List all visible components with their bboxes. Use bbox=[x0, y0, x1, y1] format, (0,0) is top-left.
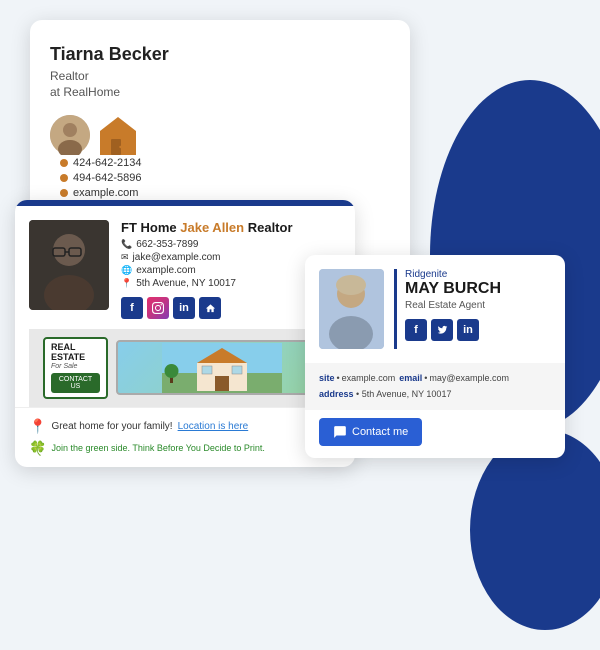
phone2-line: 494-642-5896 bbox=[60, 172, 260, 184]
instagram-btn[interactable] bbox=[147, 297, 169, 319]
card3-footer: site • example.com email • may@example.c… bbox=[305, 363, 565, 410]
card2-banner: REAL ESTATE For Sale CONTACT US bbox=[29, 329, 341, 407]
bg-blob-bottom bbox=[470, 430, 600, 630]
dot2 bbox=[60, 174, 68, 182]
home-btn[interactable] bbox=[199, 297, 221, 319]
card1-name: Tiarna Becker bbox=[50, 44, 210, 66]
green-text: Join the green side. Think Before You De… bbox=[51, 443, 264, 453]
card3-twitter-btn[interactable] bbox=[431, 319, 453, 341]
banner-house-img bbox=[116, 340, 327, 395]
avatar-person bbox=[50, 115, 90, 155]
card3-name: MAY BURCH bbox=[405, 280, 551, 298]
house-badge bbox=[96, 113, 140, 157]
card3-site-line: site • example.com email • may@example.c… bbox=[319, 371, 551, 385]
card3-body: Ridgenite MAY BURCH Real Estate Agent f … bbox=[305, 255, 565, 363]
card2-body: FT Home Jake Allen Realtor 📞 662-353-789… bbox=[15, 206, 355, 407]
location-link[interactable]: Location is here bbox=[178, 421, 249, 432]
dot1 bbox=[60, 159, 68, 167]
card2-footer: 📍 Great home for your family! Location i… bbox=[15, 407, 355, 467]
card3-company: Ridgenite bbox=[405, 269, 551, 280]
banner-text-block: REAL ESTATE For Sale CONTACT US bbox=[43, 337, 108, 399]
footer-green: 🍀 Join the green side. Think Before You … bbox=[29, 440, 341, 457]
card1-left: Tiarna Becker Realtor at RealHome bbox=[50, 44, 210, 157]
card2-phone: 📞 662-353-7899 bbox=[121, 239, 341, 250]
card1-title: Realtor at RealHome bbox=[50, 68, 210, 102]
card2-brand: FT Home Jake Allen Realtor bbox=[121, 220, 341, 235]
footer-location: 📍 Great home for your family! Location i… bbox=[29, 418, 341, 435]
card3-info: Ridgenite MAY BURCH Real Estate Agent f … bbox=[394, 269, 551, 349]
card3-facebook-btn[interactable]: f bbox=[405, 319, 427, 341]
jake-photo bbox=[29, 220, 109, 310]
card1-avatars bbox=[50, 113, 210, 157]
website-line: example.com bbox=[60, 187, 260, 199]
card3-social: f in bbox=[405, 319, 551, 341]
facebook-btn[interactable]: f bbox=[121, 297, 143, 319]
contact-me-button[interactable]: Contact me bbox=[319, 418, 422, 446]
card2-top-row: FT Home Jake Allen Realtor 📞 662-353-789… bbox=[29, 220, 341, 319]
scene: Tiarna Becker Realtor at RealHome bbox=[0, 0, 600, 650]
dot3 bbox=[60, 189, 68, 197]
card-jake: FT Home Jake Allen Realtor 📞 662-353-789… bbox=[15, 200, 355, 467]
may-photo bbox=[319, 269, 384, 349]
banner-title: REAL ESTATE bbox=[51, 343, 100, 363]
linkedin-btn[interactable]: in bbox=[173, 297, 195, 319]
banner-subtitle: For Sale bbox=[51, 363, 100, 370]
banner-contact-btn[interactable]: CONTACT US bbox=[51, 373, 100, 393]
card3-role: Real Estate Agent bbox=[405, 300, 551, 311]
phone1-line: 424-642-2134 bbox=[60, 157, 260, 169]
card3-linkedin-btn[interactable]: in bbox=[457, 319, 479, 341]
card-may: Ridgenite MAY BURCH Real Estate Agent f … bbox=[305, 255, 565, 458]
